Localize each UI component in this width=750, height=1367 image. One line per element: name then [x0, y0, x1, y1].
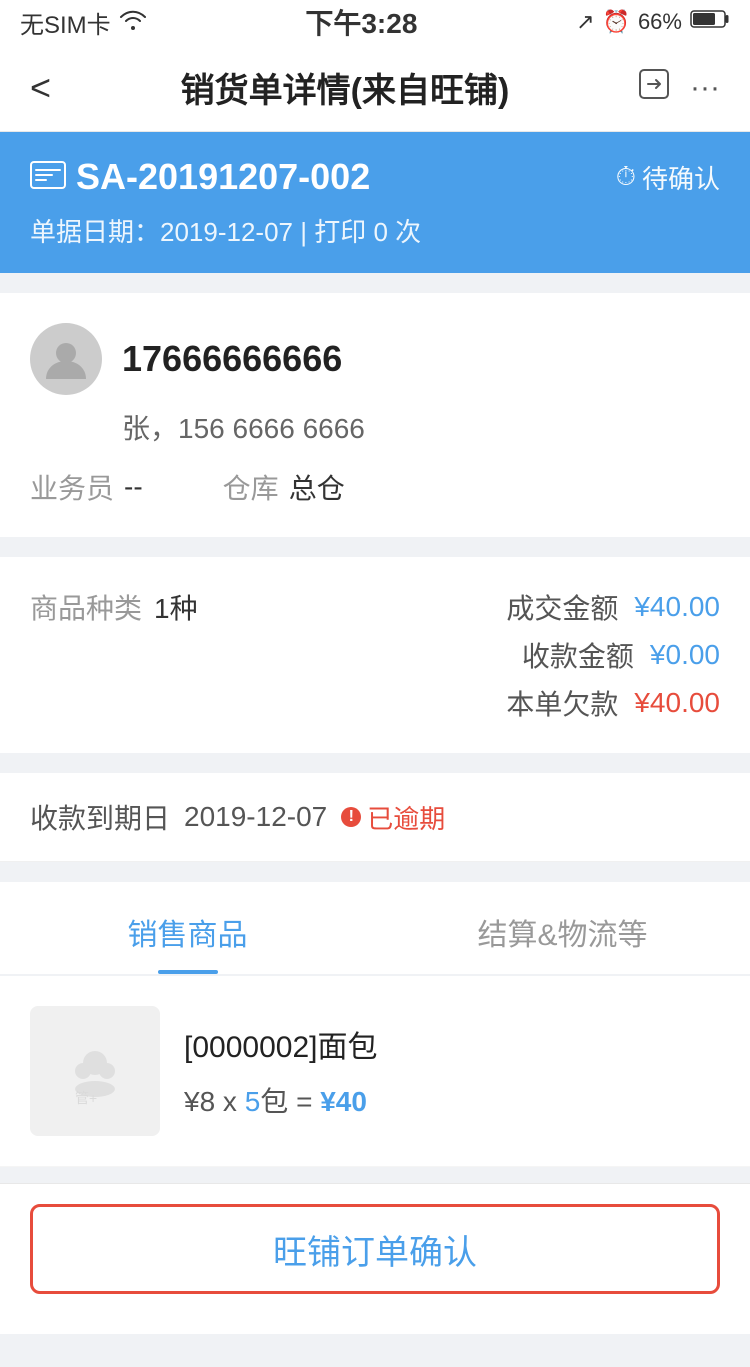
- page-title: 销货单详情(来自旺铺): [90, 63, 600, 112]
- status-time: 下午3:28: [305, 2, 417, 42]
- product-price: ¥8 x 5包 = ¥40: [184, 1080, 720, 1120]
- product-list: 管+ [0000002]面包 ¥8 x 5包 = ¥40: [0, 976, 750, 1167]
- share-icon[interactable]: [638, 68, 670, 108]
- due-date: 2019-12-07: [184, 801, 327, 833]
- more-icon[interactable]: ···: [690, 71, 720, 105]
- overdue-text: 已逾期: [367, 799, 445, 836]
- received-amount: ¥0.00: [650, 639, 720, 671]
- customer-meta: 业务员 -- 仓库 总仓: [30, 467, 720, 507]
- warehouse-value: 总仓: [289, 467, 345, 507]
- location-icon: ↗: [576, 9, 594, 35]
- warehouse-label: 仓库: [223, 467, 279, 507]
- product-kinds: 商品种类 1种: [30, 587, 198, 627]
- tab-settlement-logistics[interactable]: 结算&物流等: [375, 882, 750, 974]
- tab-sales-products[interactable]: 销售商品: [0, 882, 375, 974]
- nav-actions: ···: [600, 68, 720, 108]
- overdue-badge: ! 已逾期: [341, 799, 445, 836]
- back-button[interactable]: <: [30, 67, 90, 109]
- product-name: [0000002]面包: [184, 1022, 720, 1066]
- battery-text: 66%: [638, 9, 682, 35]
- wifi-icon: [119, 8, 147, 37]
- svg-text:管+: 管+: [75, 1090, 97, 1106]
- overdue-icon: !: [341, 807, 361, 827]
- nav-bar: < 销货单详情(来自旺铺) ···: [0, 44, 750, 132]
- due-label: 收款到期日: [30, 797, 170, 837]
- product-info: [0000002]面包 ¥8 x 5包 = ¥40: [184, 1022, 720, 1120]
- order-icon: [30, 156, 66, 198]
- product-image: 管+: [30, 1006, 160, 1136]
- alarm-icon: ⏰: [603, 9, 630, 35]
- owed-amount: ¥40.00: [634, 687, 720, 719]
- owed-row: 本单欠款 ¥40.00: [506, 683, 720, 723]
- tabs-bar: 销售商品 结算&物流等: [0, 882, 750, 974]
- order-status: ⏱ 待确认: [616, 159, 720, 196]
- sales-value: --: [124, 471, 143, 503]
- order-meta: 单据日期：2019-12-07 | 打印 0 次: [30, 212, 720, 249]
- tab-underline: [158, 970, 218, 974]
- customer-name: 张，156 6666 6666: [30, 407, 720, 447]
- sales-label: 业务员: [30, 467, 114, 507]
- confirm-order-button[interactable]: 旺铺订单确认: [30, 1204, 720, 1294]
- status-left: 无SIM卡: [20, 5, 147, 40]
- bottom-bar: 旺铺订单确认: [0, 1183, 750, 1334]
- avatar: [30, 323, 102, 395]
- due-date-section: 收款到期日 2019-12-07 ! 已逾期: [0, 773, 750, 862]
- summary-section: 商品种类 1种 成交金额 ¥40.00 收款金额 ¥0.00 本单欠款 ¥40.…: [0, 557, 750, 753]
- summary-amounts: 成交金额 ¥40.00 收款金额 ¥0.00 本单欠款 ¥40.00: [506, 587, 720, 723]
- customer-phone: 17666666666: [122, 338, 342, 380]
- order-header: SA-20191207-002 ⏱ 待确认 单据日期：2019-12-07 | …: [0, 132, 750, 273]
- clock-icon: ⏱: [616, 161, 636, 193]
- battery-icon: [690, 9, 730, 35]
- table-row: 管+ [0000002]面包 ¥8 x 5包 = ¥40: [0, 976, 750, 1167]
- carrier-text: 无SIM卡: [20, 5, 111, 40]
- status-bar: 无SIM卡 下午3:28 ↗ ⏰ 66%: [0, 0, 750, 44]
- customer-section: 17666666666 张，156 6666 6666 业务员 -- 仓库 总仓: [0, 293, 750, 537]
- status-right: ↗ ⏰ 66%: [576, 9, 730, 35]
- deal-amount: ¥40.00: [634, 591, 720, 623]
- order-id: SA-20191207-002: [30, 156, 370, 198]
- received-row: 收款金额 ¥0.00: [522, 635, 720, 675]
- deal-amount-row: 成交金额 ¥40.00: [506, 587, 720, 627]
